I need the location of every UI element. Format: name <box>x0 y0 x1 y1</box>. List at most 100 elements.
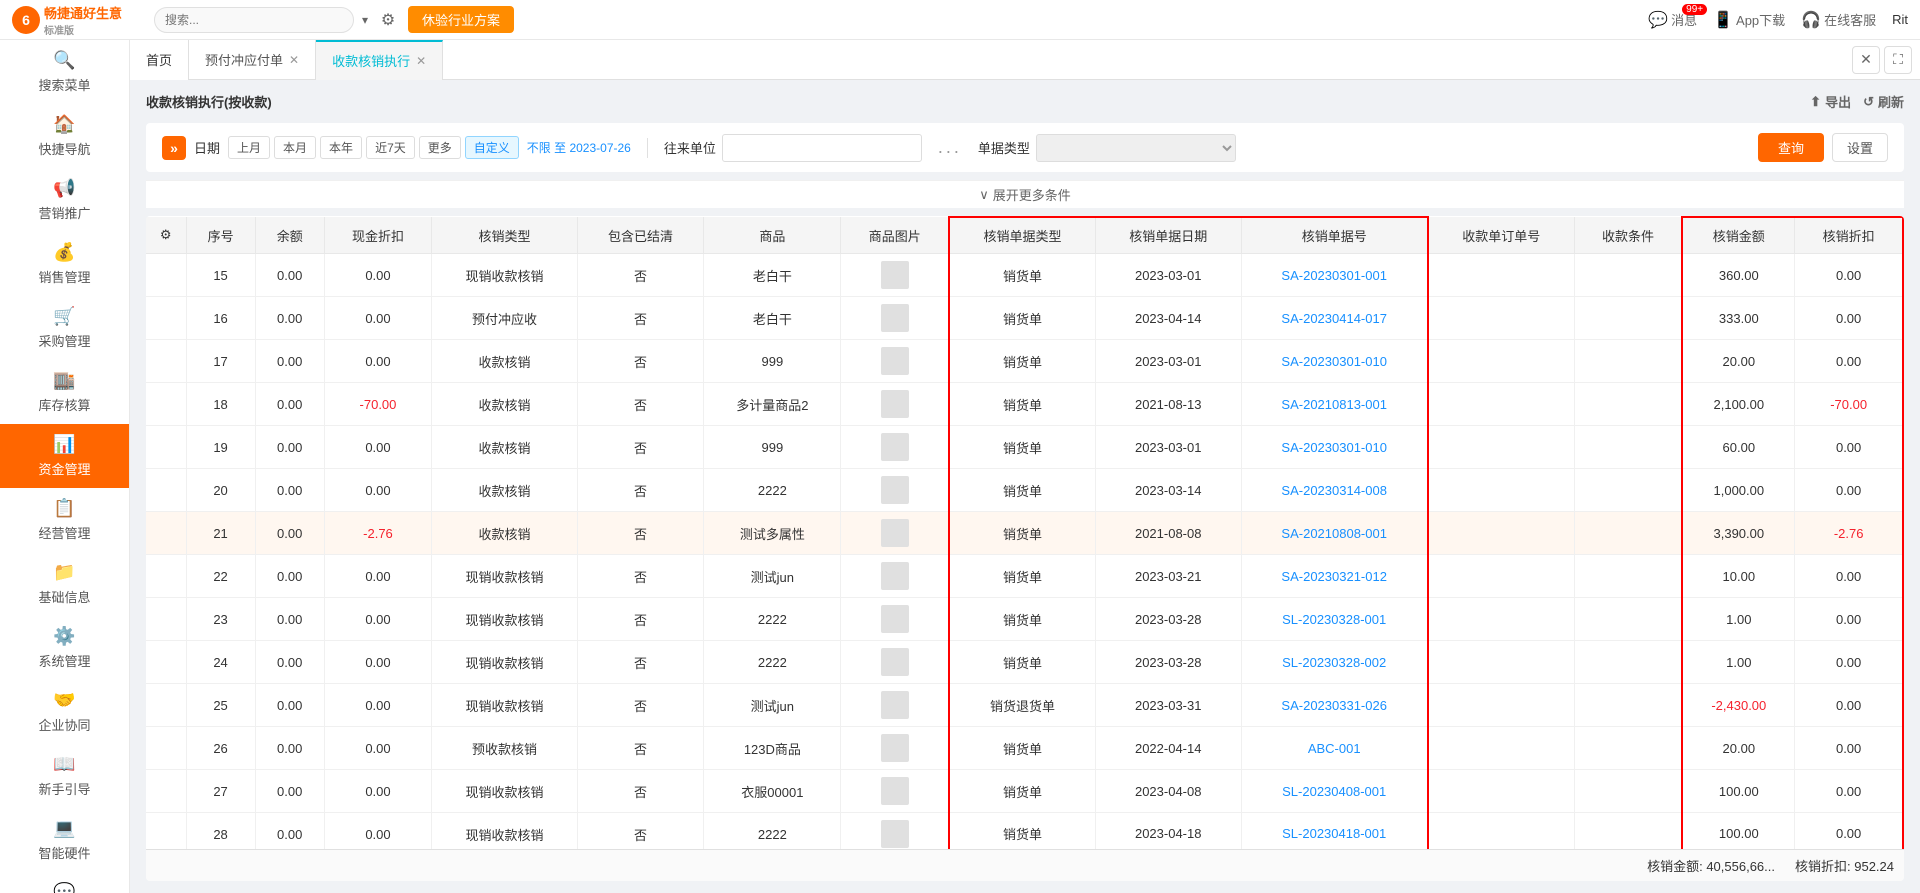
td-verify-type: 现销收款核销 <box>432 813 578 850</box>
messages-link[interactable]: 💬 消息 99+ <box>1648 10 1697 30</box>
dropdown-arrow[interactable]: ▾ <box>362 13 368 27</box>
td-product-img <box>841 297 949 340</box>
td-verify-bill-no[interactable]: SA-20230414-017 <box>1241 297 1428 340</box>
tab-receipts-label: 收款核销执行 <box>332 51 410 70</box>
td-verify-bill-no[interactable]: SA-20230321-012 <box>1241 555 1428 598</box>
sidebar-item-purchase[interactable]: 🛒采购管理 <box>0 296 129 360</box>
tab-home[interactable]: 首页 <box>130 40 189 80</box>
td-verify-type: 预付冲应收 <box>432 297 578 340</box>
td-verify-bill-no[interactable]: SL-20230328-001 <box>1241 598 1428 641</box>
sidebar-item-guide[interactable]: 📖新手引导 <box>0 744 129 808</box>
td-verify-bill-no[interactable]: SA-20230301-010 <box>1241 340 1428 383</box>
td-cash-discount: 0.00 <box>324 555 431 598</box>
td-verify-bill-no[interactable]: SA-20230331-026 <box>1241 684 1428 727</box>
td-verify-amount: 3,390.00 <box>1682 512 1794 555</box>
page-title: 收款核销执行(按收款) <box>146 92 272 111</box>
tab-prepay[interactable]: 预付冲应付单 ✕ <box>189 40 316 80</box>
td-verify-bill-no[interactable]: SA-20210813-001 <box>1241 383 1428 426</box>
sidebar-item-search[interactable]: 🔍搜索菜单 <box>0 40 129 104</box>
td-verify-discount: 0.00 <box>1795 426 1903 469</box>
date-btn-this-year[interactable]: 本年 <box>320 136 362 159</box>
refresh-btn[interactable]: ↺ 刷新 <box>1863 92 1904 111</box>
date-btn-last-month[interactable]: 上月 <box>228 136 270 159</box>
td-no: 28 <box>186 813 255 850</box>
online-service-link[interactable]: 🎧 在线客服 <box>1801 10 1876 30</box>
sidebar-item-inventory[interactable]: 🏬库存核算 <box>0 360 129 424</box>
td-verify-bill-no[interactable]: SL-20230418-001 <box>1241 813 1428 850</box>
td-verify-bill-no[interactable]: SA-20230301-010 <box>1241 426 1428 469</box>
td-verify-discount: 0.00 <box>1795 727 1903 770</box>
tab-receipts-close[interactable]: ✕ <box>416 54 426 68</box>
content-area: 首页 预付冲应付单 ✕ 收款核销执行 ✕ ✕ ⛶ 收款核销执行(按收款) <box>130 40 1920 893</box>
tab-prepay-label: 预付冲应付单 <box>205 50 283 69</box>
td-product-img <box>841 254 949 297</box>
date-btn-custom[interactable]: 自定义 <box>465 136 519 159</box>
app-download-link[interactable]: 📱 App下载 <box>1713 10 1785 30</box>
query-button[interactable]: 查询 <box>1758 133 1824 162</box>
td-verify-bill-date: 2021-08-13 <box>1095 383 1241 426</box>
td-verify-type: 现销收款核销 <box>432 770 578 813</box>
gear-icon[interactable]: ⚙ <box>376 8 400 32</box>
sidebar-item-wechat[interactable]: 💬企业微信 <box>0 872 129 893</box>
td-verify-bill-no[interactable]: SL-20230328-002 <box>1241 641 1428 684</box>
sidebar-item-sales[interactable]: 💰销售管理 <box>0 232 129 296</box>
industry-btn[interactable]: 休验行业方案 <box>408 6 514 33</box>
td-verify-bill-no[interactable]: SA-20230301-001 <box>1241 254 1428 297</box>
td-verify-bill-no[interactable]: ABC-001 <box>1241 727 1428 770</box>
date-options: 上月 本月 本年 近7天 更多 自定义 <box>228 136 519 159</box>
th-receipt-order: 收款单订单号 <box>1428 217 1574 254</box>
sidebar-item-marketing[interactable]: 📢营销推广 <box>0 168 129 232</box>
td-verify-bill-no[interactable]: SA-20210808-001 <box>1241 512 1428 555</box>
td-verify-bill-date: 2023-03-31 <box>1095 684 1241 727</box>
td-verify-bill-date: 2023-04-14 <box>1095 297 1241 340</box>
tab-expand-btn[interactable]: ⛶ <box>1884 46 1912 74</box>
table-wrapper[interactable]: ⚙ 序号 余额 现金折扣 核销类型 包含已结清 商品 商品图片 核销单据类型 核… <box>146 216 1904 849</box>
td-verify-amount: 100.00 <box>1682 813 1794 850</box>
footer-verify-discount: 核销折扣: 952.24 <box>1795 856 1894 875</box>
sidebar-item-basic[interactable]: 📁基础信息 <box>0 552 129 616</box>
th-gear[interactable]: ⚙ <box>146 217 186 254</box>
td-product-img <box>841 641 949 684</box>
tab-receipts[interactable]: 收款核销执行 ✕ <box>316 40 443 80</box>
td-no: 27 <box>186 770 255 813</box>
expand-more-row[interactable]: ∨ 展开更多条件 <box>146 180 1904 208</box>
td-balance: 0.00 <box>255 469 324 512</box>
footer-verify-amount: 核销金额: 40,556,66... <box>1647 856 1775 875</box>
date-btn-7days[interactable]: 近7天 <box>366 136 415 159</box>
tab-close-btn[interactable]: ✕ <box>1852 46 1880 74</box>
table-row: 24 0.00 0.00 现销收款核销 否 2222 销货单 2023-03-2… <box>146 641 1903 684</box>
unit-input[interactable] <box>722 134 922 162</box>
td-verify-bill-type: 销货单 <box>949 727 1095 770</box>
setting-button[interactable]: 设置 <box>1832 133 1888 162</box>
date-btn-this-month[interactable]: 本月 <box>274 136 316 159</box>
td-receipt-order <box>1428 813 1574 850</box>
td-verify-bill-no[interactable]: SL-20230408-001 <box>1241 770 1428 813</box>
sidebar-item-hardware[interactable]: 💻智能硬件 <box>0 808 129 872</box>
filter-expand-btn[interactable]: » <box>162 136 186 160</box>
td-verify-bill-date: 2023-03-01 <box>1095 254 1241 297</box>
td-included: 否 <box>577 426 704 469</box>
td-gear <box>146 340 186 383</box>
td-verify-amount: 100.00 <box>1682 770 1794 813</box>
sidebar-item-nav[interactable]: 🏠快捷导航 <box>0 104 129 168</box>
td-verify-bill-no[interactable]: SA-20230314-008 <box>1241 469 1428 512</box>
tab-prepay-close[interactable]: ✕ <box>289 53 299 67</box>
type-select[interactable] <box>1036 134 1236 162</box>
td-verify-type: 收款核销 <box>432 426 578 469</box>
td-receipt-order <box>1428 297 1574 340</box>
sidebar-item-system[interactable]: ⚙️系统管理 <box>0 616 129 680</box>
user-name[interactable]: Rit <box>1892 12 1908 27</box>
export-btn[interactable]: ⬆ 导出 <box>1810 92 1851 111</box>
th-verify-bill-no: 核销单据号 <box>1241 217 1428 254</box>
search-input[interactable] <box>154 7 354 33</box>
td-balance: 0.00 <box>255 770 324 813</box>
td-verify-discount: 0.00 <box>1795 684 1903 727</box>
sidebar-item-capital[interactable]: 📊资金管理 <box>0 424 129 488</box>
page-content: 收款核销执行(按收款) ⬆ 导出 ↺ 刷新 » 日期 上月 <box>130 80 1920 893</box>
td-gear <box>146 641 186 684</box>
sidebar-item-enterprise[interactable]: 🤝企业协同 <box>0 680 129 744</box>
td-cash-discount: 0.00 <box>324 770 431 813</box>
date-btn-more[interactable]: 更多 <box>419 136 461 159</box>
sidebar-item-business[interactable]: 📋经营管理 <box>0 488 129 552</box>
td-no: 18 <box>186 383 255 426</box>
